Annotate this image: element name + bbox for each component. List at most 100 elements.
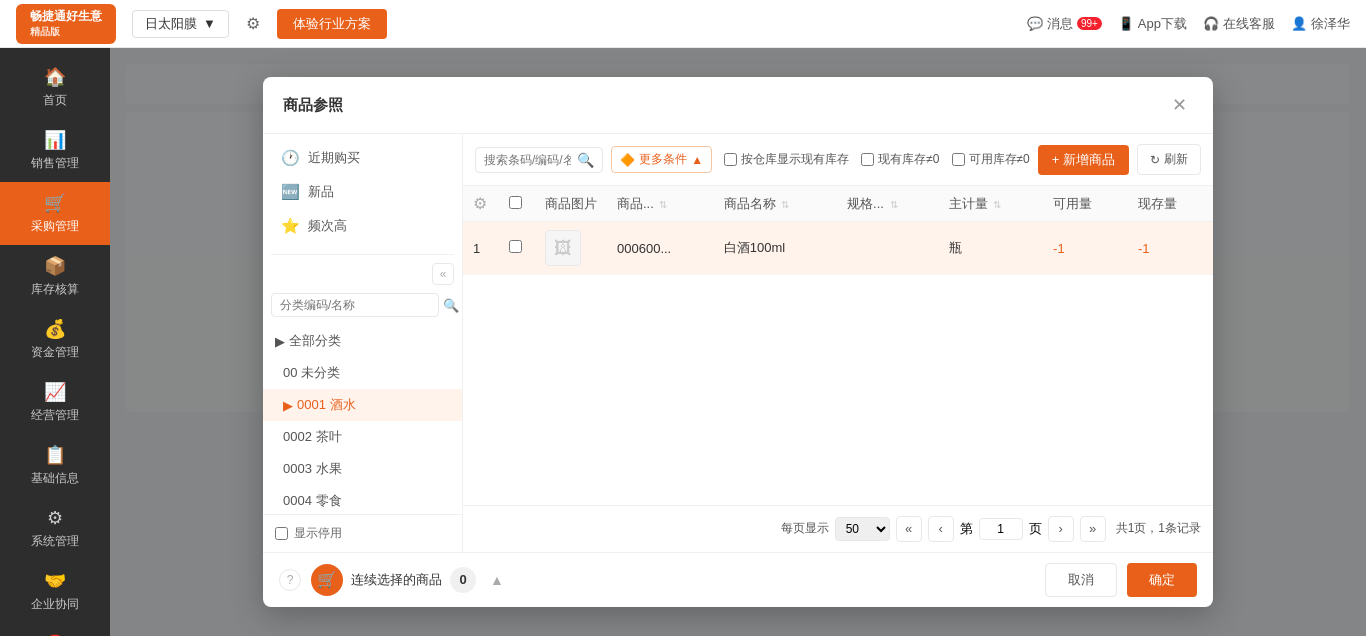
table-row[interactable]: 1 🖼 000600... 白酒100ml [463,222,1213,275]
cell-img: 🖼 [535,222,607,275]
recent-purchase-icon: 🕐 [281,149,300,167]
product-search-input[interactable] [484,153,571,167]
th-checkbox [499,186,535,222]
left-panel: 🕐 近期购买 🆕 新品 ⭐ 频次高 [263,134,463,551]
trial-btn[interactable]: 体验行业方案 [277,9,387,39]
footer-buttons: 取消 确定 [1045,563,1197,597]
select-all-checkbox[interactable] [509,196,522,209]
modal-title: 商品参照 [283,96,343,115]
available-filter[interactable]: 可用库存≠0 [952,151,1030,168]
more-filter-btn[interactable]: 🔶 更多条件 ▲ [611,146,712,173]
sidebar: 🏠 首页 📊 销售管理 🛒 采购管理 📦 库存核算 💰 资金管理 📈 经营管理 … [0,48,110,636]
page-input[interactable] [979,518,1023,540]
collapse-left-panel-btn[interactable]: « [432,263,454,285]
sort-spec-icon: ⇅ [890,199,898,210]
sales-icon: 📊 [44,129,66,151]
row-checkbox[interactable] [509,240,522,253]
category-all[interactable]: ▶ 全部分类 [263,325,462,357]
page-suffix: 页 [1029,520,1042,538]
nav-app-download[interactable]: 📱 App下载 [1118,15,1187,33]
modal-body: 🕐 近期购买 🆕 新品 ⭐ 频次高 [263,134,1213,551]
sidebar-item-guide[interactable]: 🎯 新手引导 [0,623,110,636]
category-0002[interactable]: 0002 茶叶 [263,421,462,453]
nav-online-support[interactable]: 🎧 在线客服 [1203,15,1275,33]
category-00[interactable]: 00 未分类 [263,357,462,389]
purchase-icon: 🛒 [44,192,66,214]
category-search-icon[interactable]: 🔍 [443,298,459,313]
modal-overlay: 商品参照 ✕ 🕐 近期购买 🆕 [110,48,1366,636]
help-btn[interactable]: ? [279,569,301,591]
system-icon: ⚙ [47,507,63,529]
available-filter-checkbox[interactable] [952,153,965,166]
category-0003[interactable]: 0003 水果 [263,453,462,485]
th-settings: ⚙ [463,186,499,222]
tab-high-frequency[interactable]: ⭐ 频次高 [271,210,454,242]
nav-messages[interactable]: 💬 消息 99+ [1027,15,1102,33]
operations-icon: 📈 [44,381,66,403]
refresh-icon: ↻ [1150,153,1160,167]
collapse-cart-btn[interactable]: ▲ [484,567,510,593]
cart-label: 连续选择的商品 [351,571,442,589]
nav-user[interactable]: 👤 徐泽华 [1291,15,1350,33]
modal-close-button[interactable]: ✕ [1165,91,1193,119]
page-total: 共1页，1条记录 [1116,520,1201,537]
show-disabled-label: 显示停用 [294,525,342,542]
sidebar-item-collab[interactable]: 🤝 企业协同 [0,560,110,623]
th-code[interactable]: 商品... ⇅ [607,186,714,222]
finance-icon: 💰 [44,318,66,340]
sidebar-item-system[interactable]: ⚙ 系统管理 [0,497,110,560]
per-page-select[interactable]: 50 20 100 [835,517,890,541]
stock-filter-checkbox[interactable] [861,153,874,166]
app-logo: 畅捷通好生意 精品版 [16,4,116,44]
th-spec[interactable]: 规格... ⇅ [837,186,938,222]
table-settings-icon[interactable]: ⚙ [473,195,487,212]
inventory-icon: 📦 [44,255,66,277]
sidebar-item-basics[interactable]: 📋 基础信息 [0,434,110,497]
th-name[interactable]: 商品名称 ⇅ [714,186,837,222]
top-nav: 畅捷通好生意 精品版 日太阳膜 ▼ ⚙ 体验行业方案 💬 消息 99+ 📱 Ap… [0,0,1366,48]
new-products-icon: 🆕 [281,183,300,201]
confirm-btn[interactable]: 确定 [1127,563,1197,597]
cell-unit: 瓶 [939,222,1044,275]
add-product-btn[interactable]: + 新增商品 [1038,145,1129,175]
right-panel: 🔍 🔶 更多条件 ▲ 按仓库显示现有库存 [463,134,1213,551]
cart-count: 0 [450,567,476,593]
category-0004[interactable]: 0004 零食 [263,485,462,513]
sidebar-item-purchase[interactable]: 🛒 采购管理 [0,182,110,245]
category-search-input[interactable] [271,293,439,317]
show-disabled-checkbox[interactable] [275,527,288,540]
cell-name: 白酒100ml [714,222,837,275]
product-reference-modal: 商品参照 ✕ 🕐 近期购买 🆕 [263,77,1213,606]
next-page-btn[interactable]: › [1048,516,1074,542]
cell-check [499,222,535,275]
cart-icon: 🛒 [311,564,343,596]
cell-spec [837,222,938,275]
sort-unit-icon: ⇅ [993,199,1001,210]
product-search-icon[interactable]: 🔍 [577,152,594,168]
sidebar-item-finance[interactable]: 💰 资金管理 [0,308,110,371]
page-label: 第 [960,520,973,538]
filter-icon: 🔶 [620,153,635,167]
th-unit[interactable]: 主计量 ⇅ [939,186,1044,222]
refresh-btn[interactable]: ↻ 刷新 [1137,144,1201,175]
sidebar-item-home[interactable]: 🏠 首页 [0,56,110,119]
tab-new-products[interactable]: 🆕 新品 [271,176,454,208]
last-page-btn[interactable]: » [1080,516,1106,542]
sort-name-icon: ⇅ [781,199,789,210]
company-selector[interactable]: 日太阳膜 ▼ [132,10,229,38]
tab-recent-purchase[interactable]: 🕐 近期购买 [271,142,454,174]
settings-icon[interactable]: ⚙ [237,8,269,40]
cancel-btn[interactable]: 取消 [1045,563,1117,597]
th-stock: 现存量 [1128,186,1213,222]
prev-page-btn[interactable]: ‹ [928,516,954,542]
sidebar-item-operations[interactable]: 📈 经营管理 [0,371,110,434]
warehouse-filter[interactable]: 按仓库显示现有库存 [724,151,849,168]
first-page-btn[interactable]: « [896,516,922,542]
category-list: ▶ 全部分类 00 未分类 ▶ 0001 酒水 0002 茶 [263,325,462,513]
stock-filter[interactable]: 现有库存≠0 [861,151,939,168]
sidebar-item-sales[interactable]: 📊 销售管理 [0,119,110,182]
sidebar-item-inventory[interactable]: 📦 库存核算 [0,245,110,308]
warehouse-filter-checkbox[interactable] [724,153,737,166]
product-table-wrap: ⚙ 商品图片 [463,186,1213,504]
category-0001[interactable]: ▶ 0001 酒水 [263,389,462,421]
